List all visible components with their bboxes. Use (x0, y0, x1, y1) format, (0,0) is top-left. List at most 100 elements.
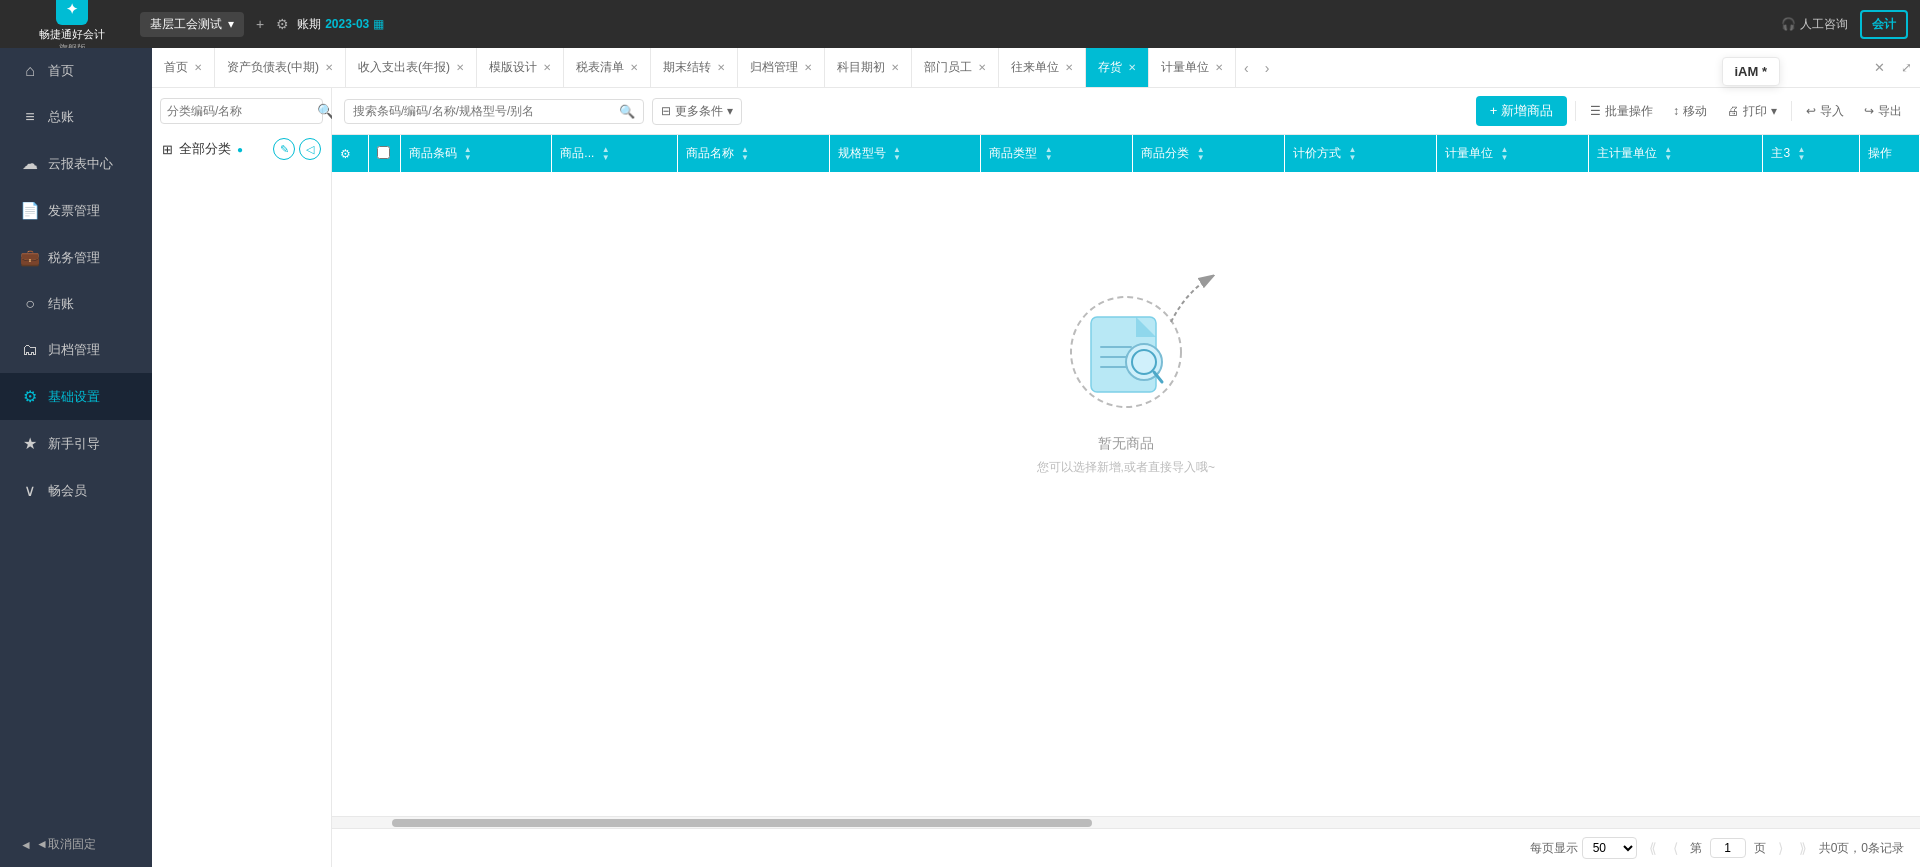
page-text-label: 第 (1690, 840, 1702, 857)
sidebar-item-ledger[interactable]: ≡ 总账 (0, 94, 152, 140)
first-page-button[interactable]: ⟪ (1645, 838, 1661, 858)
th-spec[interactable]: 规格型号 ▲▼ (829, 135, 981, 172)
tab-template[interactable]: 模版设计 ✕ (477, 48, 564, 88)
tab-template-label: 模版设计 (489, 59, 537, 76)
home-icon: ⌂ (20, 62, 40, 80)
category-edit-button[interactable]: ✎ (273, 138, 295, 160)
horizontal-scrollbar[interactable] (332, 816, 1920, 828)
tab-next-button[interactable]: › (1257, 48, 1278, 88)
last-page-button[interactable]: ⟫ (1795, 838, 1811, 858)
add-tab-button[interactable]: + (256, 16, 264, 32)
th-barcode-label: 商品条码 (409, 146, 457, 160)
tab-subject-close[interactable]: ✕ (891, 62, 899, 73)
reports-icon: ☁ (20, 154, 40, 173)
account-button[interactable]: 会计 (1860, 10, 1908, 39)
print-icon: 🖨 (1727, 104, 1739, 118)
th-barcode[interactable]: 商品条码 ▲▼ (400, 135, 552, 172)
th-checkbox[interactable] (368, 135, 400, 172)
tab-expand-button[interactable]: ⤢ (1893, 48, 1920, 88)
tab-tax-return[interactable]: 税表清单 ✕ (564, 48, 651, 88)
th-name[interactable]: 商品名称 ▲▼ (677, 135, 829, 172)
th-price-method[interactable]: 计价方式 ▲▼ (1285, 135, 1437, 172)
tab-prev-button[interactable]: ‹ (1236, 48, 1257, 88)
tab-subject-init[interactable]: 科目期初 ✕ (825, 48, 912, 88)
th-unit[interactable]: 计量单位 ▲▼ (1437, 135, 1589, 172)
dropdown-icon: ▾ (228, 17, 234, 31)
filter-icon: ⊟ (661, 104, 671, 118)
category-search-input[interactable] (167, 104, 317, 118)
product-search-input[interactable] (353, 104, 615, 118)
product-search-icon: 🔍 (619, 104, 635, 119)
tab-contacts-close[interactable]: ✕ (1065, 62, 1073, 73)
period-selector[interactable]: 账期 2023-03 ▦ (297, 16, 384, 33)
scrollbar-thumb[interactable] (392, 819, 1092, 827)
sidebar-label-settlement: 结账 (48, 295, 74, 313)
sidebar-item-settlement[interactable]: ○ 结账 (0, 281, 152, 327)
sidebar-item-home[interactable]: ⌂ 首页 (0, 48, 152, 94)
toolbar-separator-2 (1791, 101, 1792, 121)
tab-dept-staff[interactable]: 部门员工 ✕ (912, 48, 999, 88)
tab-tax-close[interactable]: ✕ (630, 62, 638, 73)
th-type[interactable]: 商品类型 ▲▼ (981, 135, 1133, 172)
select-all-checkbox[interactable] (377, 146, 390, 159)
settings-button[interactable]: ⚙ (276, 16, 289, 32)
category-actions: ✎ ◁ (273, 138, 321, 160)
tab-units[interactable]: 计量单位 ✕ (1149, 48, 1236, 88)
tab-inventory[interactable]: 存货 ✕ (1086, 48, 1149, 88)
table-header-row: ⚙ 商品条码 ▲▼ 商品... (332, 135, 1920, 172)
company-selector[interactable]: 基层工会测试 ▾ (140, 12, 244, 37)
period-value: 2023-03 (325, 17, 369, 31)
category-header: ⊞ 全部分类 ● ✎ ◁ (152, 132, 331, 166)
empty-state: 暂无商品 您可以选择新增,或者直接导入哦~ (332, 172, 1920, 536)
tab-home[interactable]: 首页 ✕ (152, 48, 215, 88)
tab-units-close[interactable]: ✕ (1215, 62, 1223, 73)
move-icon: ↕ (1673, 104, 1679, 118)
tab-close-all-button[interactable]: ✕ (1866, 48, 1893, 88)
tab-inventory-close[interactable]: ✕ (1128, 62, 1136, 73)
print-button[interactable]: 🖨 打印 ▾ (1721, 99, 1783, 124)
tab-contacts[interactable]: 往来单位 ✕ (999, 48, 1086, 88)
category-search-box[interactable]: 🔍 (160, 98, 323, 124)
sidebar-item-guide[interactable]: ★ 新手引导 (0, 420, 152, 467)
category-collapse-button[interactable]: ◁ (299, 138, 321, 160)
tab-home-close[interactable]: ✕ (194, 62, 202, 73)
page-number-input[interactable] (1710, 838, 1746, 858)
prev-page-button[interactable]: ⟨ (1669, 838, 1682, 858)
tab-template-close[interactable]: ✕ (543, 62, 551, 73)
filter-button[interactable]: ⊟ 更多条件 ▾ (652, 98, 742, 125)
sidebar-item-invoice[interactable]: 📄 发票管理 (0, 187, 152, 234)
move-button[interactable]: ↕ 移动 (1667, 99, 1713, 124)
batch-op-button[interactable]: ☰ 批量操作 (1584, 99, 1659, 124)
th-col3[interactable]: 主3 ▲▼ (1763, 135, 1860, 172)
product-search-box[interactable]: 🔍 (344, 99, 644, 124)
sidebar-pin-toggle[interactable]: ◄ ◄取消固定 (0, 822, 152, 867)
th-code[interactable]: 商品... ▲▼ (552, 135, 677, 172)
page-size-select[interactable]: 50 100 200 (1582, 837, 1637, 859)
export-button[interactable]: ↪ 导出 (1858, 99, 1908, 124)
tab-dept-close[interactable]: ✕ (978, 62, 986, 73)
next-page-button[interactable]: ⟩ (1774, 838, 1787, 858)
sidebar-item-member[interactable]: ∨ 畅会员 (0, 467, 152, 514)
tab-archive-mgmt[interactable]: 归档管理 ✕ (738, 48, 825, 88)
sidebar-item-basic[interactable]: ⚙ 基础设置 (0, 373, 152, 420)
sidebar-item-tax[interactable]: 💼 税务管理 (0, 234, 152, 281)
tab-income-close[interactable]: ✕ (456, 62, 464, 73)
service-button[interactable]: 🎧 人工咨询 (1781, 16, 1848, 33)
th-settings[interactable]: ⚙ (332, 135, 368, 172)
tab-balance-sheet[interactable]: 资产负债表(中期) ✕ (215, 48, 346, 88)
logo: ✦ 畅捷通好会计 旗舰版 (12, 0, 132, 55)
tab-income-report[interactable]: 收入支出表(年报) ✕ (346, 48, 477, 88)
tab-archive-close[interactable]: ✕ (804, 62, 812, 73)
tab-balance-close[interactable]: ✕ (325, 62, 333, 73)
tab-period-label: 期末结转 (663, 59, 711, 76)
tab-period-close[interactable]: ✕ (717, 62, 725, 73)
th-category[interactable]: 商品分类 ▲▼ (1133, 135, 1285, 172)
sidebar-item-reports[interactable]: ☁ 云报表中心 (0, 140, 152, 187)
top-right: 🎧 人工咨询 会计 (1781, 10, 1908, 39)
sidebar-item-archive[interactable]: 🗂 归档管理 (0, 327, 152, 373)
th-main-unit[interactable]: 主计量单位 ▲▼ (1588, 135, 1763, 172)
add-product-button[interactable]: + 新增商品 (1476, 96, 1567, 126)
import-button[interactable]: ↩ 导入 (1800, 99, 1850, 124)
tab-bar: 首页 ✕ 资产负债表(中期) ✕ 收入支出表(年报) ✕ 模版设计 ✕ 税表清单… (152, 48, 1920, 88)
tab-period-end[interactable]: 期末结转 ✕ (651, 48, 738, 88)
